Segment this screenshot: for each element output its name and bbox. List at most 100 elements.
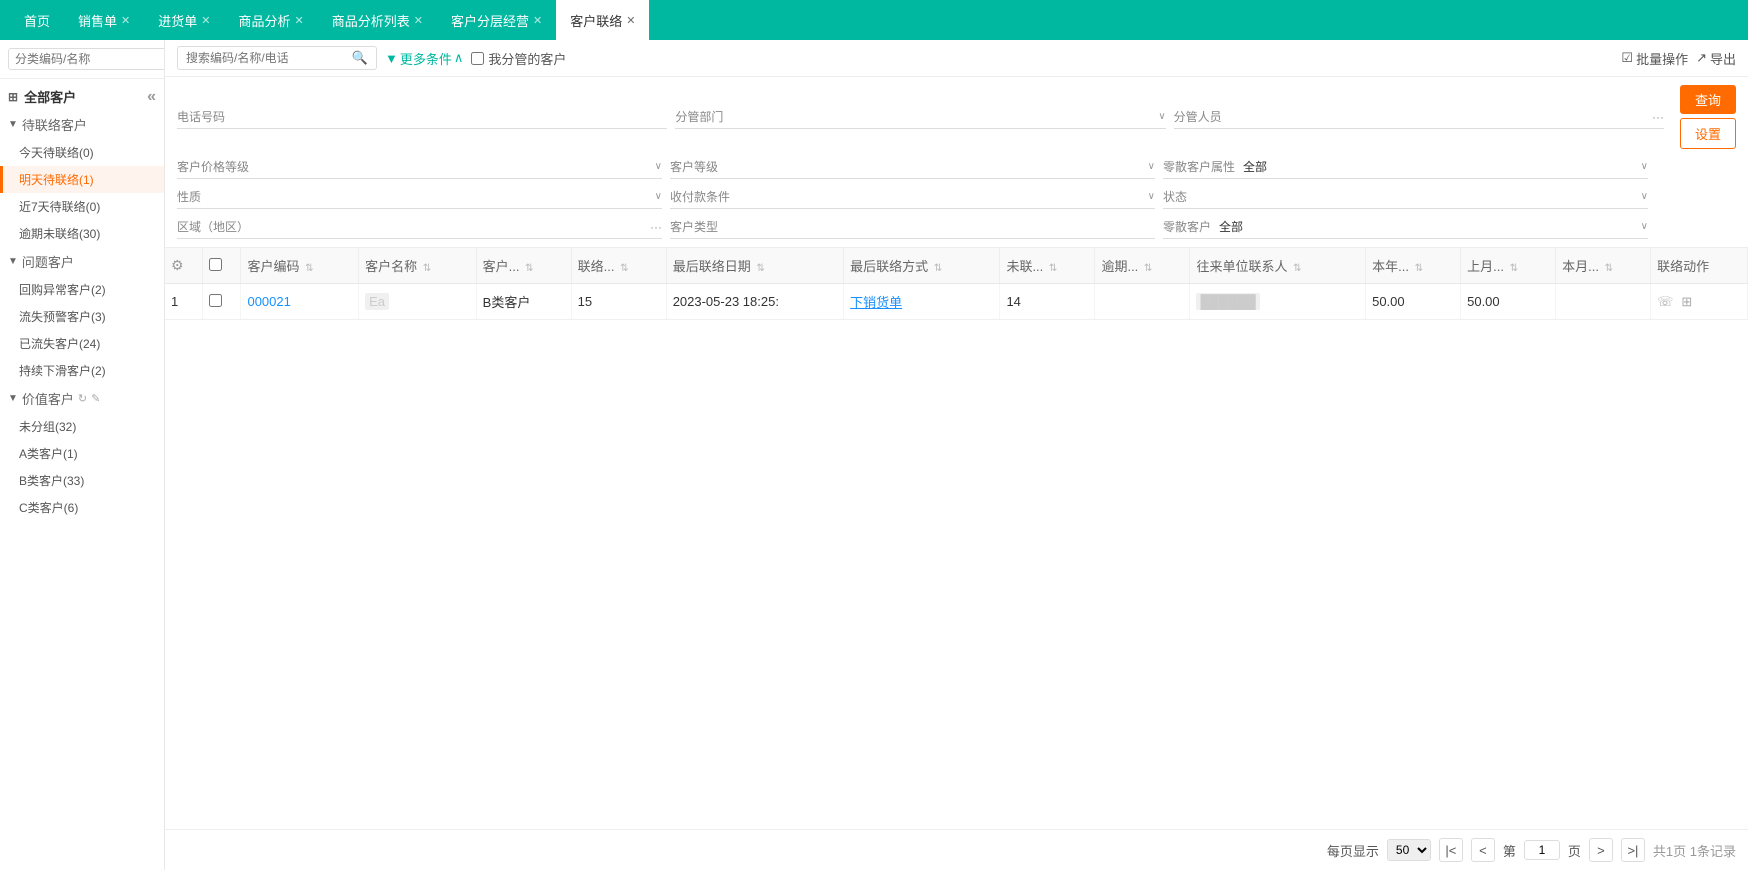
filter-action-buttons: 查询 设置 <box>1680 85 1736 149</box>
sort-name-icon: ⇅ <box>423 263 431 274</box>
checkbox-icon: ☑ <box>1621 50 1633 66</box>
settings-gear-icon[interactable]: ⚙ <box>171 257 184 273</box>
sidebar-all-customers[interactable]: ⊞ 全部客户 « <box>0 79 164 110</box>
close-customer-contact-icon[interactable]: ✕ <box>626 14 635 27</box>
prev-page-btn[interactable]: < <box>1471 838 1495 862</box>
close-sales-icon[interactable]: ✕ <box>121 14 130 27</box>
ellipsis-icon: ··· <box>1652 110 1664 124</box>
next-page-btn[interactable]: > <box>1589 838 1613 862</box>
sidebar-item-class-b[interactable]: B类客户(33) <box>0 467 164 494</box>
nav-product-analysis[interactable]: 商品分析 ✕ <box>224 0 317 40</box>
td-uncontacted: 14 <box>1000 284 1095 320</box>
filter-row-3: 性质 ∨ 收付款条件 ∨ 状态 ∨ <box>177 185 1736 209</box>
filter-customer-level-label: 客户等级 <box>670 158 718 175</box>
table-body: 1 000021 Ea B类客户 15 2023-05-23 18:25: 下销… <box>165 284 1748 320</box>
sidebar-item-class-c[interactable]: C类客户(6) <box>0 494 164 521</box>
nav-home[interactable]: 首页 <box>10 0 64 40</box>
th-settings[interactable]: ⚙ <box>165 248 202 284</box>
row-checkbox[interactable] <box>209 294 222 307</box>
sidebar-item-abnormal[interactable]: 回购异常客户(2) <box>0 276 164 303</box>
more-conditions-btn[interactable]: ▼ 更多条件 ∧ <box>385 49 463 68</box>
filter-icon: ▼ <box>385 51 398 66</box>
nav-purchase[interactable]: 进货单 ✕ <box>144 0 224 40</box>
batch-op-btn[interactable]: ☑ 批量操作 <box>1621 49 1688 68</box>
close-purchase-icon[interactable]: ✕ <box>201 14 210 27</box>
last-method-link[interactable]: 下销货单 <box>850 295 902 310</box>
td-last-month: 50.00 <box>1461 284 1556 320</box>
settings-button[interactable]: 设置 <box>1680 118 1736 149</box>
sidebar-item-churn-warning[interactable]: 流失预警客户(3) <box>0 303 164 330</box>
collapse-icon[interactable]: « <box>147 88 156 106</box>
filter-payment-label: 收付款条件 <box>670 188 730 205</box>
grid-icon: ⊞ <box>8 90 18 104</box>
export-btn[interactable]: ↗ 导出 <box>1696 49 1736 68</box>
nav-customer-contact[interactable]: 客户联络 ✕ <box>556 0 649 40</box>
sort-last-date-icon: ⇅ <box>756 263 764 274</box>
action-icon-group: ☏ ⊞ <box>1657 294 1741 310</box>
sidebar-item-ungrouped[interactable]: 未分组(32) <box>0 413 164 440</box>
arrow-down-icon: ▼ <box>8 119 18 130</box>
sidebar-group-problem[interactable]: ▼ 问题客户 <box>0 247 164 276</box>
close-customer-segmentation-icon[interactable]: ✕ <box>533 14 542 27</box>
sort-overdue-icon: ⇅ <box>1144 263 1152 274</box>
filter-row-1: 电话号码 分管部门 ∨ 分管人员 ··· 查询 设置 <box>177 85 1736 149</box>
sort-contact-count-icon: ⇅ <box>620 263 628 274</box>
sidebar-search-input[interactable] <box>8 48 165 70</box>
last-page-btn[interactable]: >| <box>1621 838 1645 862</box>
sidebar-item-churned[interactable]: 已流失客户(24) <box>0 330 164 357</box>
filter-status-label: 状态 <box>1163 188 1187 205</box>
th-last-date: 最后联络日期 ⇅ <box>666 248 843 284</box>
table-header-row: ⚙ 客户编码 ⇅ 客户名称 ⇅ 客户... ⇅ <box>165 248 1748 284</box>
sidebar-item-declining[interactable]: 持续下滑客户(2) <box>0 357 164 384</box>
sidebar-item-today[interactable]: 今天待联络(0) <box>0 139 164 166</box>
total-label: 共1页 1条记录 <box>1653 841 1736 860</box>
sidebar-item-overdue[interactable]: 逾期未联络(30) <box>0 220 164 247</box>
edit-group-icon[interactable]: ✎ <box>91 392 100 405</box>
td-last-method[interactable]: 下销货单 <box>844 284 1000 320</box>
filter-retail-customer-value[interactable]: 全部 <box>1219 218 1637 235</box>
td-year: 50.00 <box>1366 284 1461 320</box>
td-name[interactable]: Ea <box>359 284 477 320</box>
search-button-icon[interactable]: 🔍 <box>352 50 368 66</box>
phone-action-icon[interactable]: ☏ <box>1657 294 1673 310</box>
td-checkbox <box>202 284 241 320</box>
td-code[interactable]: 000021 <box>241 284 359 320</box>
td-overdue <box>1095 284 1190 320</box>
sidebar-item-7days[interactable]: 近7天待联络(0) <box>0 193 164 220</box>
page-input[interactable] <box>1524 840 1560 860</box>
more-action-icon[interactable]: ⊞ <box>1681 294 1692 310</box>
close-product-analysis-list-icon[interactable]: ✕ <box>414 14 423 27</box>
filter-retail-attr-value[interactable]: 全部 <box>1243 158 1637 175</box>
search-input[interactable] <box>186 51 352 65</box>
filter-region: 区域（地区） ··· <box>177 215 662 239</box>
my-customers-checkbox[interactable] <box>471 52 484 65</box>
refresh-icon[interactable]: ↻ <box>78 392 87 405</box>
sidebar-group-pending[interactable]: ▼ 待联络客户 <box>0 110 164 139</box>
sidebar-item-class-a[interactable]: A类客户(1) <box>0 440 164 467</box>
filter-manager-label: 分管人员 <box>1174 108 1222 125</box>
th-uncontacted: 未联... ⇅ <box>1000 248 1095 284</box>
chevron-down-icon5: ∨ <box>655 191 662 202</box>
select-all-checkbox[interactable] <box>209 258 222 271</box>
per-page-select[interactable]: 50 <box>1387 839 1431 861</box>
my-customers-filter: 我分管的客户 <box>471 49 566 68</box>
nav-sales[interactable]: 销售单 ✕ <box>64 0 144 40</box>
th-overdue: 逾期... ⇅ <box>1095 248 1190 284</box>
close-product-analysis-icon[interactable]: ✕ <box>295 14 304 27</box>
sidebar-item-tomorrow[interactable]: 明天待联络(1) <box>0 166 164 193</box>
export-icon: ↗ <box>1696 50 1707 66</box>
sidebar-group-value[interactable]: ▼ 价值客户 ↻ ✎ <box>0 384 164 413</box>
filter-customer-level: 客户等级 ∨ <box>670 155 1155 179</box>
sort-year-icon: ⇅ <box>1415 263 1423 274</box>
chevron-down-icon8: ∨ <box>1641 221 1648 232</box>
query-button[interactable]: 查询 <box>1680 85 1736 114</box>
filter-region-label: 区域（地区） <box>177 218 249 235</box>
td-no: 1 <box>165 284 202 320</box>
sort-type-icon: ⇅ <box>525 263 533 274</box>
nav-customer-segmentation[interactable]: 客户分层经营 ✕ <box>437 0 556 40</box>
arrow-down-icon2: ▼ <box>8 256 18 267</box>
first-page-btn[interactable]: |< <box>1439 838 1463 862</box>
contact-person-blurred: ██████ <box>1196 293 1259 310</box>
nav-product-analysis-list[interactable]: 商品分析列表 ✕ <box>318 0 437 40</box>
td-type: B类客户 <box>476 284 571 320</box>
